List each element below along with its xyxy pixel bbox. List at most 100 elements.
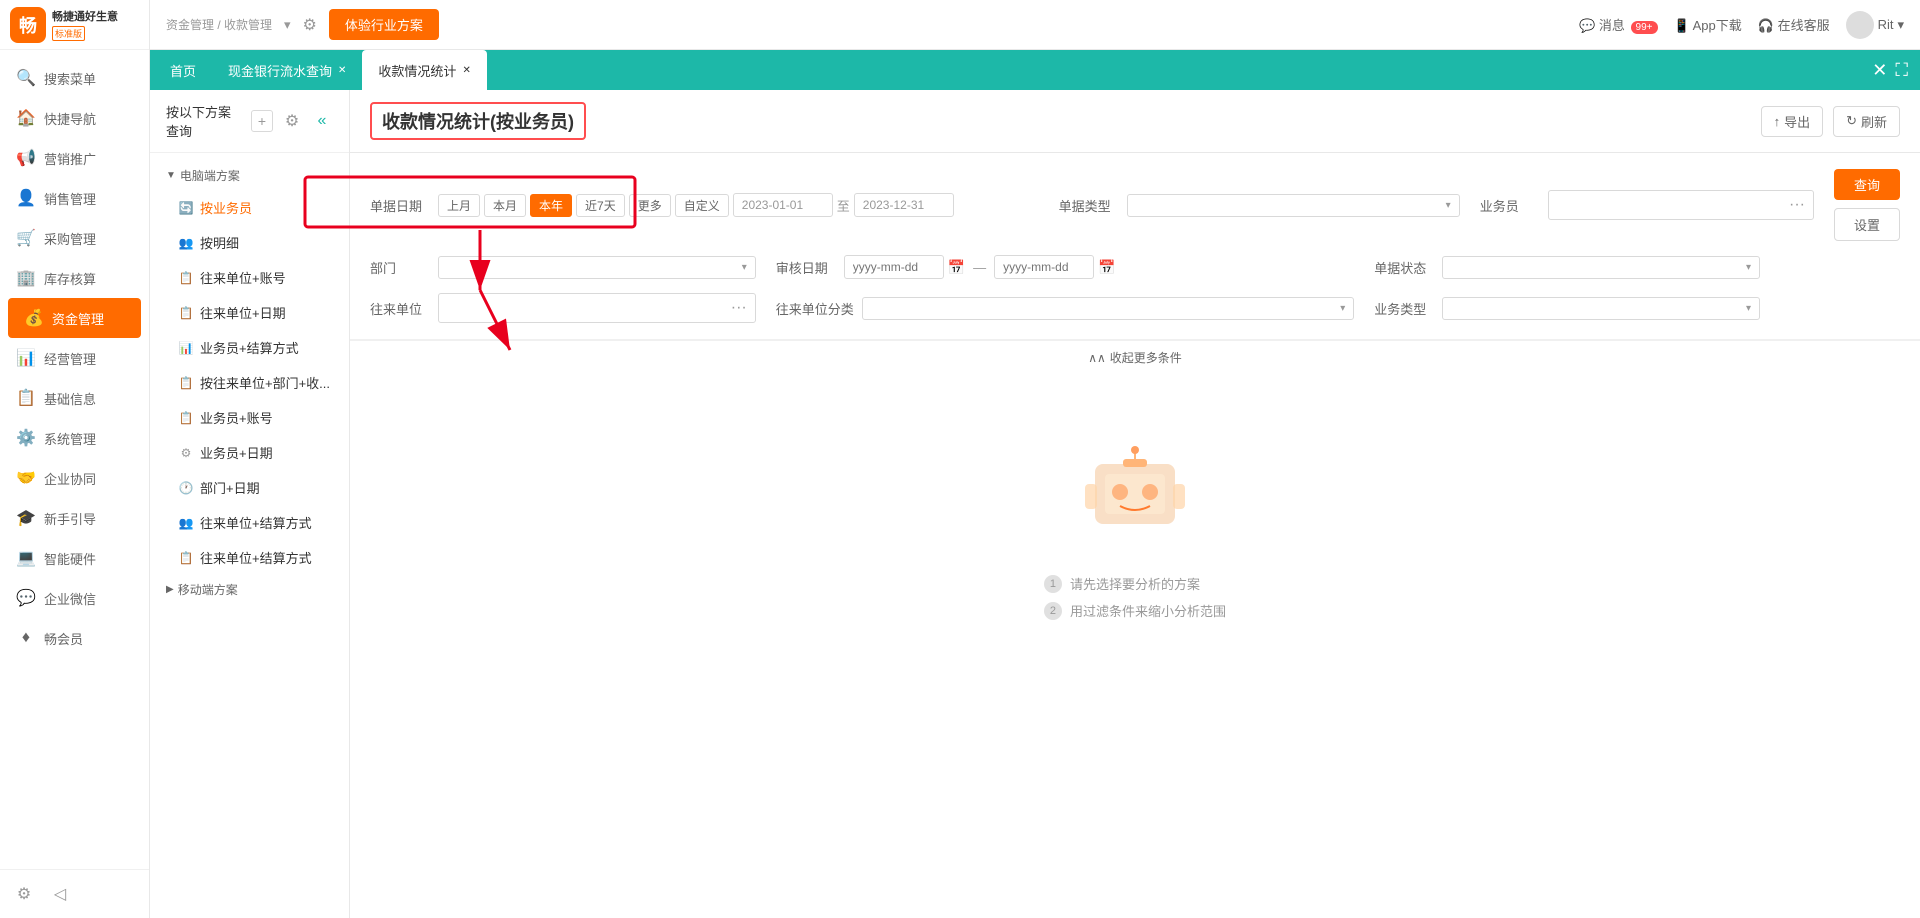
sidebar-collapse-btn[interactable]: ◁ bbox=[46, 880, 74, 908]
empty-state: 1 请先选择要分析的方案 2 用过滤条件来缩小分析范围 bbox=[350, 374, 1920, 918]
logo-text: 畅捷通好生意 标准版 bbox=[52, 8, 118, 41]
date-btn-group: 上月 本月 本年 近7天 更多 自定义 bbox=[438, 194, 729, 217]
collapse-label: 收起更多条件 bbox=[1110, 349, 1182, 366]
scheme-item-staff-settlement[interactable]: 📊 业务员+结算方式 bbox=[150, 330, 349, 365]
scheme-item-partner-dept[interactable]: 📋 按往来单位+部门+收... bbox=[150, 365, 349, 400]
desktop-scheme-label: 电脑端方案 bbox=[180, 167, 240, 184]
doc-type-arrow: ▾ bbox=[1446, 200, 1451, 211]
sidebar-item-hardware[interactable]: 💻 智能硬件 bbox=[0, 538, 149, 578]
date-btn-this-month[interactable]: 本月 bbox=[484, 194, 526, 217]
doc-status-select[interactable]: ▾ bbox=[1442, 256, 1760, 279]
partner-date-icon: 📋 bbox=[178, 305, 194, 321]
filter-field-partner-category: 往来单位分类 ▾ bbox=[776, 297, 1355, 320]
scheme-item-partner-account[interactable]: 📋 往来单位+账号 bbox=[150, 260, 349, 295]
sidebar-label-search: 搜索菜单 bbox=[44, 69, 96, 88]
doc-type-select[interactable]: ▾ bbox=[1127, 194, 1460, 217]
scheme-item-dept-date[interactable]: 🕐 部门+日期 bbox=[150, 470, 349, 505]
sidebar-item-enterprise[interactable]: 🤝 企业协同 bbox=[0, 458, 149, 498]
scheme-item-partner-settlement1[interactable]: 👥 往来单位+结算方式 bbox=[150, 505, 349, 540]
sidebar-item-quick-nav[interactable]: 🏠 快捷导航 bbox=[0, 98, 149, 138]
sidebar-item-search-menu[interactable]: 🔍 搜索菜单 bbox=[0, 58, 149, 98]
sidebar-item-inventory[interactable]: 🏢 库存核算 bbox=[0, 258, 149, 298]
scheme-item-staff-account[interactable]: 📋 业务员+账号 bbox=[150, 400, 349, 435]
collapse-sidebar-btn[interactable]: « bbox=[311, 110, 333, 132]
sidebar-item-wechat[interactable]: 💬 企业微信 bbox=[0, 578, 149, 618]
sidebar-item-basic[interactable]: 📋 基础信息 bbox=[0, 378, 149, 418]
date-btn-custom[interactable]: 自定义 bbox=[675, 194, 729, 217]
user-menu[interactable]: Rit ▾ bbox=[1846, 11, 1904, 39]
date-btn-7days[interactable]: 近7天 bbox=[576, 194, 625, 217]
scheme-item-partner-settlement2[interactable]: 📋 往来单位+结算方式 bbox=[150, 540, 349, 575]
sidebar-settings-btn[interactable]: ⚙ bbox=[10, 880, 38, 908]
sidebar-label-quick-nav: 快捷导航 bbox=[44, 109, 96, 128]
refresh-button[interactable]: ↻ 刷新 bbox=[1833, 106, 1900, 137]
scheme-settings-btn[interactable]: ⚙ bbox=[281, 110, 303, 132]
filter-field-partner: 往来单位 ··· bbox=[370, 293, 756, 323]
export-button[interactable]: ↑ 导出 bbox=[1761, 106, 1824, 137]
tab-home[interactable]: 首页 bbox=[154, 50, 212, 90]
staff-select[interactable]: ··· bbox=[1548, 190, 1814, 220]
mobile-scheme-title[interactable]: ▶ 移动端方案 bbox=[150, 575, 349, 604]
sidebar-item-marketing[interactable]: 📢 营销推广 bbox=[0, 138, 149, 178]
tab-bank-flow[interactable]: 现金银行流水查询 ✕ bbox=[212, 50, 362, 90]
topbar-actions: 💬 消息 99+ 📱 App下载 🎧 在线客服 Rit ▾ bbox=[1579, 11, 1904, 39]
mobile-scheme-group: ▶ 移动端方案 bbox=[150, 575, 349, 604]
cal-icon-to[interactable]: 📅 bbox=[1098, 259, 1115, 276]
topbar: 资金管理 / 收款管理 ▾ ⚙ 体验行业方案 💬 消息 99+ 📱 App下载 … bbox=[150, 0, 1920, 50]
scheme-item-by-detail[interactable]: 👥 按明细 bbox=[150, 225, 349, 260]
desktop-scheme-title[interactable]: ▼ 电脑端方案 bbox=[150, 161, 349, 190]
scheme-item-partner-date[interactable]: 📋 往来单位+日期 bbox=[150, 295, 349, 330]
sidebar-label-wechat: 企业微信 bbox=[44, 589, 96, 608]
collapse-conditions-btn[interactable]: ∧∧ 收起更多条件 bbox=[350, 340, 1920, 374]
query-button[interactable]: 查询 bbox=[1834, 169, 1900, 200]
maximize-window-btn[interactable]: ⛶ bbox=[1895, 60, 1908, 81]
review-date-from[interactable] bbox=[844, 255, 944, 279]
breadcrumb-dropdown[interactable]: ▾ bbox=[284, 17, 291, 33]
date-btn-last-month[interactable]: 上月 bbox=[438, 194, 480, 217]
sidebar-item-sales[interactable]: 👤 销售管理 bbox=[0, 178, 149, 218]
scheme-item-staff-date[interactable]: ⚙ 业务员+日期 bbox=[150, 435, 349, 470]
by-detail-icon: 👥 bbox=[178, 235, 194, 251]
settings-button[interactable]: 设置 bbox=[1834, 208, 1900, 241]
topbar-gear-icon[interactable]: ⚙ bbox=[303, 15, 317, 35]
partner-more-btn[interactable]: ··· bbox=[731, 299, 747, 317]
sidebar-item-guide[interactable]: 🎓 新手引导 bbox=[0, 498, 149, 538]
filter-field-dept: 部门 ▾ bbox=[370, 256, 756, 279]
date-from-input[interactable] bbox=[733, 193, 833, 217]
tab-collection-stats[interactable]: 收款情况统计 ✕ bbox=[362, 50, 486, 90]
add-scheme-btn[interactable]: + bbox=[251, 110, 273, 132]
cart-icon: 🛒 bbox=[16, 228, 36, 248]
biz-type-select[interactable]: ▾ bbox=[1442, 297, 1760, 320]
logo-badge: 标准版 bbox=[52, 26, 85, 41]
app-download-btn[interactable]: 📱 App下载 bbox=[1674, 15, 1742, 34]
date-btn-this-year[interactable]: 本年 bbox=[530, 194, 572, 217]
search-icon: 🔍 bbox=[16, 68, 36, 88]
sidebar-item-capital[interactable]: 💰 资金管理 bbox=[8, 298, 141, 338]
sidebar-item-system[interactable]: ⚙️ 系统管理 bbox=[0, 418, 149, 458]
sidebar-label-basic: 基础信息 bbox=[44, 389, 96, 408]
sidebar-item-operation[interactable]: 📊 经营管理 bbox=[0, 338, 149, 378]
message-btn[interactable]: 💬 消息 99+ bbox=[1579, 15, 1657, 34]
filter-row-2: 部门 ▾ 审核日期 📅 — bbox=[370, 255, 1900, 279]
partner-account-icon: 📋 bbox=[178, 270, 194, 286]
close-window-btn[interactable]: ✕ bbox=[1872, 60, 1887, 81]
partner-category-select[interactable]: ▾ bbox=[862, 297, 1355, 320]
review-date-to[interactable] bbox=[994, 255, 1094, 279]
tab-collection-stats-close[interactable]: ✕ bbox=[462, 65, 470, 76]
scheme-item-by-staff[interactable]: 🔄 按业务员 bbox=[150, 190, 349, 225]
staff-more-btn[interactable]: ··· bbox=[1789, 196, 1805, 214]
dept-select[interactable]: ▾ bbox=[438, 256, 756, 279]
partner-select[interactable]: ··· bbox=[438, 293, 756, 323]
main-area: 资金管理 / 收款管理 ▾ ⚙ 体验行业方案 💬 消息 99+ 📱 App下载 … bbox=[150, 0, 1920, 918]
sidebar-footer: ⚙ ◁ bbox=[0, 869, 149, 918]
date-btn-more[interactable]: 更多 bbox=[629, 194, 671, 217]
cal-icon-from[interactable]: 📅 bbox=[948, 259, 965, 276]
tab-bank-flow-close[interactable]: ✕ bbox=[338, 65, 346, 76]
collapse-icon: ∧∧ bbox=[1088, 351, 1106, 365]
sidebar-item-member[interactable]: ♦ 畅会员 bbox=[0, 618, 149, 658]
sidebar-label-inventory: 库存核算 bbox=[44, 269, 96, 288]
trial-button[interactable]: 体验行业方案 bbox=[329, 9, 439, 40]
date-to-input[interactable] bbox=[854, 193, 954, 217]
customer-service-btn[interactable]: 🎧 在线客服 bbox=[1758, 15, 1830, 34]
sidebar-item-purchase[interactable]: 🛒 采购管理 bbox=[0, 218, 149, 258]
